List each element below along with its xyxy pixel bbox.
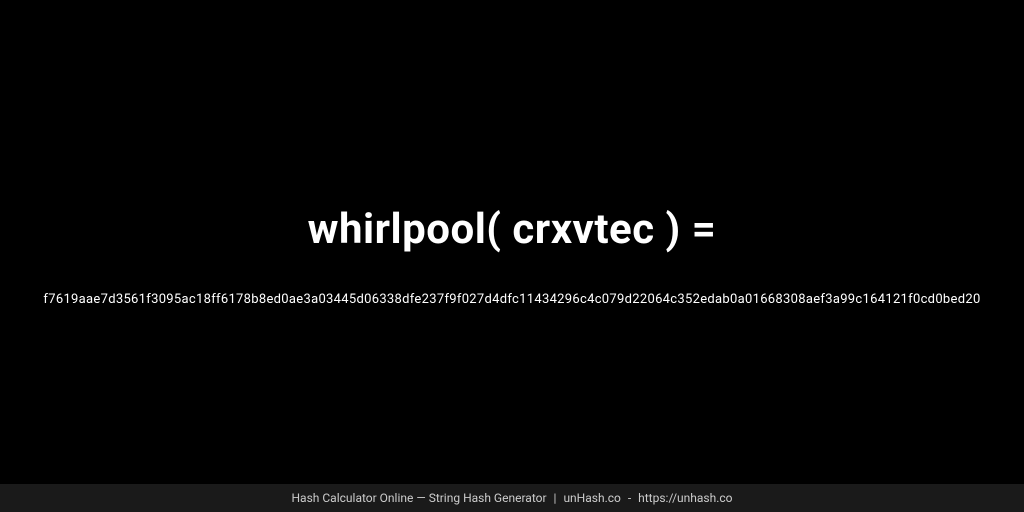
footer-site-url[interactable]: https://unhash.co (638, 491, 732, 505)
footer-separator: | (551, 491, 560, 505)
hash-expression: whirlpool( crxvtec ) = (308, 205, 717, 254)
main-content: whirlpool( crxvtec ) = f7619aae7d3561f30… (0, 0, 1024, 512)
footer: Hash Calculator Online — String Hash Gen… (0, 484, 1024, 512)
footer-site-name[interactable]: unHash.co (563, 491, 620, 505)
hash-output: f7619aae7d3561f3095ac18ff6178b8ed0ae3a03… (43, 292, 980, 307)
footer-separator-2: - (625, 491, 634, 505)
footer-description: Hash Calculator Online — String Hash Gen… (292, 491, 547, 505)
